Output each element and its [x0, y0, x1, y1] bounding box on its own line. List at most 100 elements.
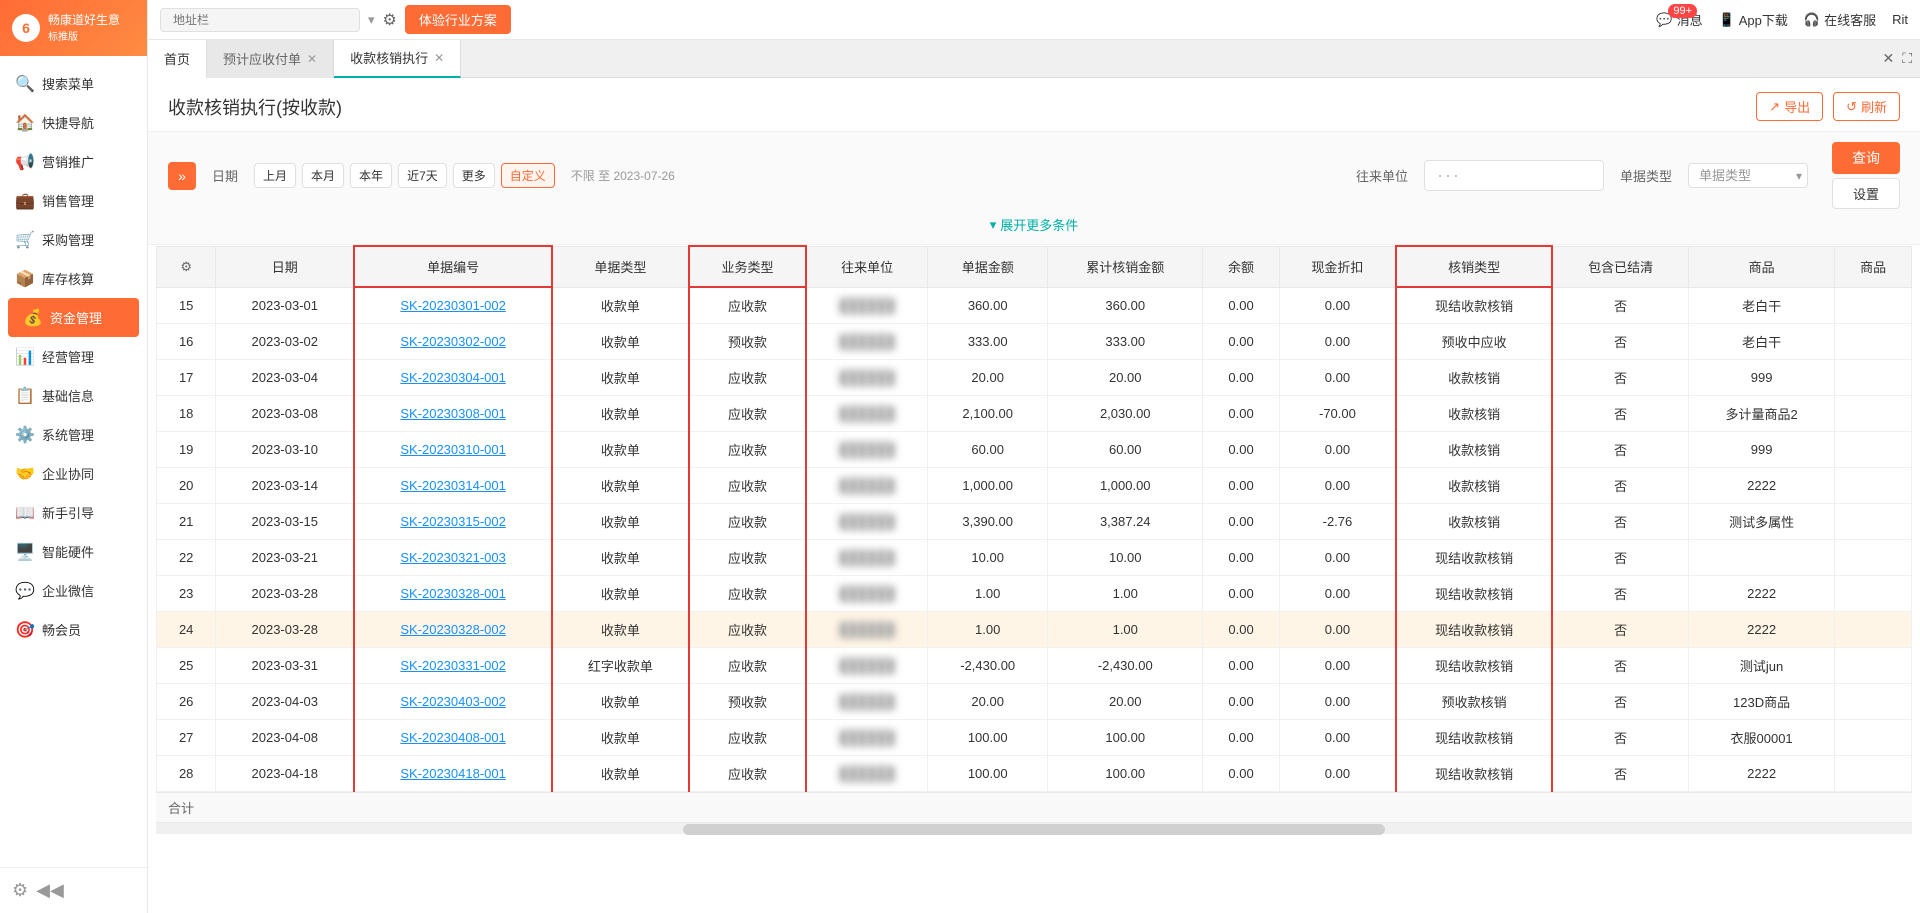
- gear-icon[interactable]: ⚙: [180, 259, 192, 274]
- customer-select-dots[interactable]: ···: [1424, 160, 1604, 191]
- row-balance: 0.00: [1203, 540, 1280, 576]
- more-date-button[interactable]: 更多: [453, 163, 495, 188]
- custom-date-button[interactable]: 自定义: [501, 163, 555, 188]
- col-discount: 现金折扣: [1279, 246, 1396, 287]
- data-table: ⚙ 日期 单据编号 单据类型 业务类型 往来单位 单据金额 累计核销金额 余额 …: [156, 245, 1912, 792]
- export-button[interactable]: ↗ 导出: [1756, 92, 1823, 121]
- row-discount: 0.00: [1279, 360, 1396, 396]
- home-tab-label: 首页: [164, 49, 190, 68]
- sidebar-item-sales[interactable]: 💼销售管理: [0, 181, 147, 220]
- row-customer: ██████: [806, 612, 927, 648]
- sidebar-item-guide[interactable]: 📖新手引导: [0, 493, 147, 532]
- settings-icon[interactable]: ⚙: [12, 880, 28, 901]
- system-icon: ⚙️: [16, 426, 34, 444]
- row-date: 2023-03-21: [216, 540, 354, 576]
- sidebar-item-purchase[interactable]: 🛒采购管理: [0, 220, 147, 259]
- row-amount: 20.00: [928, 360, 1048, 396]
- row-balance: 0.00: [1203, 287, 1280, 324]
- messages-button[interactable]: 💬 消息 99+: [1656, 10, 1702, 29]
- sidebar-item-marketing[interactable]: 📢营销推广: [0, 142, 147, 181]
- row-product1: 衣服00001: [1688, 720, 1834, 756]
- sidebar-item-member[interactable]: 🎯畅会员: [0, 610, 147, 649]
- row-write-off: 20.00: [1048, 684, 1203, 720]
- row-customer: ██████: [806, 432, 927, 468]
- row-date: 2023-03-04: [216, 360, 354, 396]
- row-verify-type: 现结收款核销: [1396, 576, 1552, 612]
- filter-toggle-button[interactable]: »: [168, 162, 196, 190]
- row-biz-type: 应收款: [689, 360, 806, 396]
- online-service-button[interactable]: 🎧 在线客服: [1804, 10, 1876, 29]
- row-biz-type: 预收款: [689, 684, 806, 720]
- tab-receivable[interactable]: 预计应收付单 ✕: [207, 40, 334, 78]
- table-row: 18 2023-03-08 SK-20230308-001 收款单 应收款 ██…: [157, 396, 1912, 432]
- row-verify-type: 现结收款核销: [1396, 756, 1552, 792]
- row-order-no: SK-20230328-002: [354, 612, 552, 648]
- topbar-gear-icon[interactable]: ⚙: [383, 10, 397, 30]
- row-product1: 999: [1688, 432, 1834, 468]
- row-discount: -70.00: [1279, 396, 1396, 432]
- sidebar-label-quick-nav: 快捷导航: [42, 113, 94, 132]
- this-month-button[interactable]: 本月: [302, 163, 344, 188]
- sidebar-item-inventory[interactable]: 📦库存核算: [0, 259, 147, 298]
- row-amount: -2,430.00: [928, 648, 1048, 684]
- tab-home[interactable]: 首页: [148, 40, 207, 78]
- tab-collection[interactable]: 收款核销执行 ✕: [334, 40, 461, 78]
- row-order-no: SK-20230321-003: [354, 540, 552, 576]
- sidebar-item-operations[interactable]: 📊经营管理: [0, 337, 147, 376]
- close-tab-button[interactable]: ✕: [1882, 50, 1894, 67]
- row-included: 否: [1552, 468, 1688, 504]
- row-write-off: 20.00: [1048, 360, 1203, 396]
- topbar-right: 💬 消息 99+ 📱 App下载 🎧 在线客服 Rit: [1656, 10, 1908, 29]
- row-discount: 0.00: [1279, 324, 1396, 360]
- col-settings[interactable]: ⚙: [157, 246, 216, 287]
- filter-settings-button[interactable]: 设置: [1832, 178, 1900, 209]
- solution-button[interactable]: 体验行业方案: [405, 5, 511, 34]
- sidebar-label-member: 畅会员: [42, 620, 81, 639]
- row-num: 15: [157, 287, 216, 324]
- close-collection-tab-icon[interactable]: ✕: [434, 51, 444, 65]
- headset-icon: 🎧: [1804, 12, 1820, 28]
- sidebar-item-system[interactable]: ⚙️ 系统管理: [0, 415, 147, 454]
- sidebar-label-system: 系统管理: [42, 425, 94, 444]
- sidebar-item-quick-nav[interactable]: 🏠快捷导航: [0, 103, 147, 142]
- row-verify-type: 现结收款核销: [1396, 540, 1552, 576]
- sidebar-item-finance[interactable]: 💰资金管理: [8, 298, 139, 337]
- address-bar[interactable]: [160, 8, 360, 32]
- row-date: 2023-03-15: [216, 504, 354, 540]
- row-product2: [1835, 287, 1912, 324]
- row-product2: [1835, 756, 1912, 792]
- horizontal-scrollbar[interactable]: [156, 822, 1912, 834]
- row-order-type: 收款单: [552, 540, 689, 576]
- date-quick-buttons: 上月 本月 本年 近7天 更多 自定义: [254, 163, 555, 188]
- row-order-type: 收款单: [552, 360, 689, 396]
- user-name[interactable]: Rit: [1892, 12, 1908, 27]
- sidebar-item-enterprise[interactable]: 🤝企业协同: [0, 454, 147, 493]
- last-7days-button[interactable]: 近7天: [398, 163, 447, 188]
- sidebar-item-hardware[interactable]: 🖥️智能硬件: [0, 532, 147, 571]
- close-receivable-tab-icon[interactable]: ✕: [307, 52, 317, 66]
- collapse-icon[interactable]: ◀◀: [36, 880, 64, 901]
- sidebar-item-basic[interactable]: 📋基础信息: [0, 376, 147, 415]
- refresh-button[interactable]: ↺ 刷新: [1833, 92, 1900, 121]
- expand-more-button[interactable]: ▾ 展开更多条件: [990, 215, 1079, 234]
- maximize-tab-button[interactable]: ⛶: [1902, 50, 1912, 67]
- last-month-button[interactable]: 上月: [254, 163, 296, 188]
- row-write-off: 60.00: [1048, 432, 1203, 468]
- app-download-button[interactable]: 📱 App下载: [1719, 10, 1788, 29]
- this-year-button[interactable]: 本年: [350, 163, 392, 188]
- row-included: 否: [1552, 576, 1688, 612]
- sidebar-label-search: 搜索菜单: [42, 74, 94, 93]
- row-write-off: 1.00: [1048, 576, 1203, 612]
- row-product2: [1835, 432, 1912, 468]
- tab-actions: ✕ ⛶: [1874, 50, 1920, 67]
- order-type-select[interactable]: 单据类型: [1688, 163, 1808, 188]
- query-button[interactable]: 查询: [1832, 142, 1900, 174]
- col-included: 包含已结清: [1552, 246, 1688, 287]
- row-order-no: SK-20230331-002: [354, 648, 552, 684]
- sidebar-item-weixin[interactable]: 💬企业微信: [0, 571, 147, 610]
- sidebar-item-search[interactable]: 🔍搜索菜单: [0, 64, 147, 103]
- col-amount: 单据金额: [928, 246, 1048, 287]
- row-product1: 2222: [1688, 576, 1834, 612]
- col-order-type: 单据类型: [552, 246, 689, 287]
- row-customer: ██████: [806, 648, 927, 684]
